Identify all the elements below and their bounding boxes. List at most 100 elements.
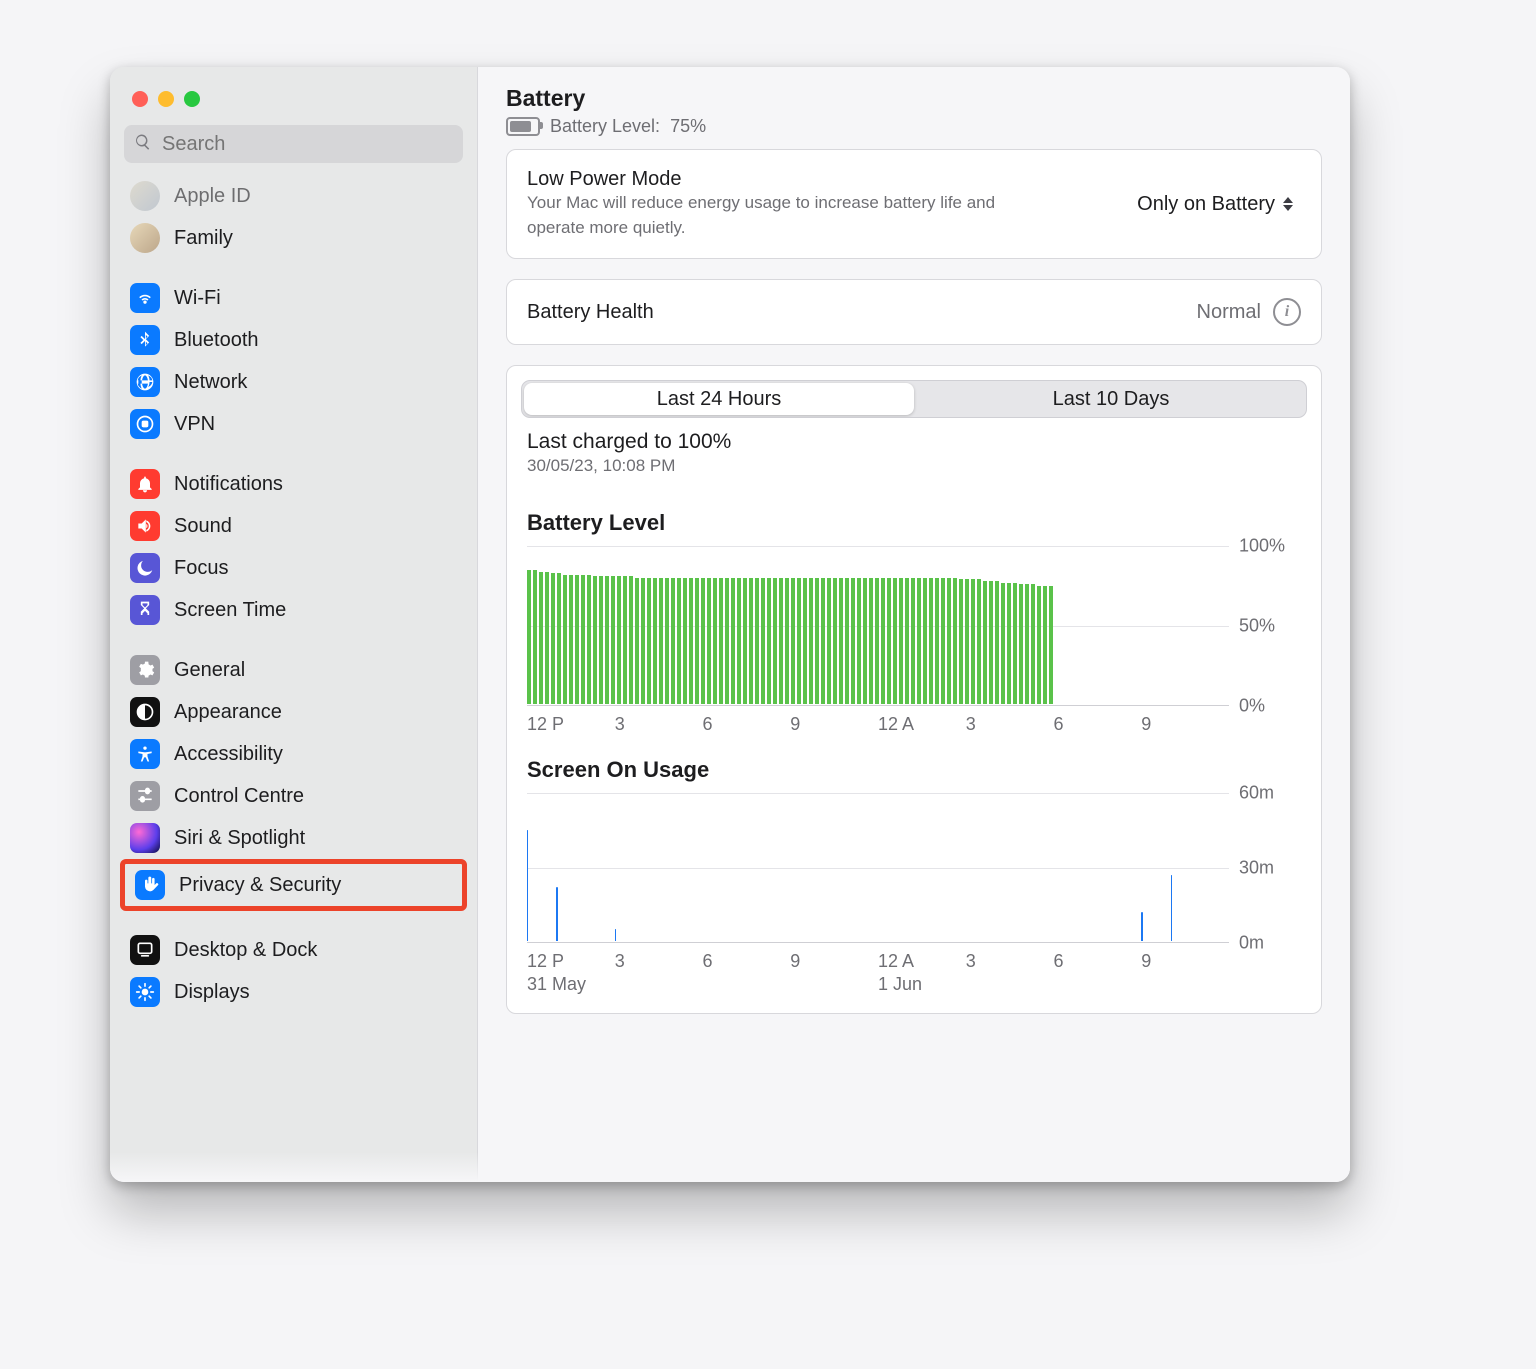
low-power-mode-select[interactable]: Only on Battery bbox=[1137, 193, 1301, 216]
bar bbox=[719, 578, 723, 704]
bar bbox=[689, 578, 693, 704]
sidebar-item-label: Control Centre bbox=[174, 785, 304, 808]
sidebar-item-label: Bluetooth bbox=[174, 329, 259, 352]
chart-plot bbox=[527, 793, 1229, 943]
bar bbox=[1013, 583, 1017, 705]
battery-status-label: Battery Level: bbox=[550, 116, 660, 137]
bar bbox=[605, 576, 609, 704]
sidebar-item-control-centre[interactable]: Control Centre bbox=[120, 775, 467, 817]
settings-window: Apple ID Family Wi-Fi bbox=[110, 67, 1350, 1182]
x-tick: 12 P bbox=[527, 951, 615, 972]
bar bbox=[599, 576, 603, 704]
sidebar-item-sound[interactable]: Sound bbox=[120, 505, 467, 547]
sidebar-item-network[interactable]: Network bbox=[120, 361, 467, 403]
last-charged-time: 30/05/23, 10:08 PM bbox=[507, 456, 1321, 492]
search-field[interactable] bbox=[124, 125, 463, 163]
x-axis: 12 P36912 A369 bbox=[527, 714, 1229, 735]
bar bbox=[1025, 584, 1029, 704]
bar bbox=[611, 576, 615, 704]
bar bbox=[785, 578, 789, 704]
bar bbox=[779, 578, 783, 704]
sidebar-item-privacy-security[interactable]: Privacy & Security bbox=[125, 864, 462, 906]
sidebar-item-apple-id[interactable]: Apple ID bbox=[120, 175, 467, 217]
x-tick: 3 bbox=[615, 951, 703, 972]
y-axis: 100% 50% 0% bbox=[1229, 546, 1301, 706]
x-tick: 9 bbox=[1141, 951, 1229, 972]
sidebar-item-label: Notifications bbox=[174, 473, 283, 496]
search-input[interactable] bbox=[160, 132, 453, 157]
x-tick: 3 bbox=[615, 714, 703, 735]
bar bbox=[1141, 912, 1142, 942]
sidebar-item-screen-time[interactable]: Screen Time bbox=[120, 589, 467, 631]
sidebar-item-wifi[interactable]: Wi-Fi bbox=[120, 277, 467, 319]
search-icon bbox=[134, 133, 160, 156]
battery-status: Battery Level: 75% bbox=[506, 116, 1322, 137]
bar bbox=[1171, 875, 1172, 942]
y-tick: 50% bbox=[1239, 616, 1275, 637]
bar bbox=[677, 578, 681, 704]
window-controls bbox=[110, 77, 477, 125]
x-tick: 6 bbox=[703, 951, 791, 972]
last-charged-line: Last charged to 100% bbox=[507, 426, 1321, 456]
bar bbox=[773, 578, 777, 704]
sidebar-item-displays[interactable]: Displays bbox=[120, 971, 467, 1013]
sliders-icon bbox=[130, 781, 160, 811]
sidebar-item-desktop-dock[interactable]: Desktop & Dock bbox=[120, 929, 467, 971]
bar bbox=[695, 578, 699, 704]
y-tick: 0m bbox=[1239, 933, 1264, 954]
bar bbox=[539, 572, 543, 705]
x-tick: 3 bbox=[966, 714, 1054, 735]
info-icon[interactable]: i bbox=[1273, 298, 1301, 326]
bar bbox=[713, 578, 717, 704]
bar bbox=[533, 570, 537, 704]
sidebar-item-bluetooth[interactable]: Bluetooth bbox=[120, 319, 467, 361]
sidebar-item-focus[interactable]: Focus bbox=[120, 547, 467, 589]
close-window-button[interactable] bbox=[132, 91, 148, 107]
bar bbox=[563, 575, 567, 705]
speaker-icon bbox=[130, 511, 160, 541]
sidebar-item-vpn[interactable]: VPN bbox=[120, 403, 467, 445]
content-scroll[interactable]: Low Power Mode Your Mac will reduce ener… bbox=[478, 149, 1350, 1182]
bar bbox=[941, 578, 945, 704]
battery-health-card: Battery Health Normal i bbox=[506, 279, 1322, 345]
sidebar-item-notifications[interactable]: Notifications bbox=[120, 463, 467, 505]
bar bbox=[575, 575, 579, 705]
screen-on-bars bbox=[527, 793, 1229, 941]
sidebar-item-label: Apple ID bbox=[174, 185, 251, 208]
bar bbox=[959, 579, 963, 704]
low-power-mode-desc: Your Mac will reduce energy usage to inc… bbox=[527, 191, 1047, 240]
y-tick: 60m bbox=[1239, 783, 1274, 804]
bar bbox=[815, 578, 819, 704]
zoom-window-button[interactable] bbox=[184, 91, 200, 107]
y-tick: 100% bbox=[1239, 536, 1285, 557]
bar bbox=[1043, 586, 1047, 705]
bar bbox=[593, 576, 597, 704]
bar bbox=[821, 578, 825, 704]
x-tick: 12 A bbox=[878, 714, 966, 735]
tab-last-24-hours[interactable]: Last 24 Hours bbox=[524, 383, 914, 415]
battery-level-chart: Battery Level 100% 50% 0% 12 bbox=[507, 492, 1321, 739]
hourglass-icon bbox=[130, 595, 160, 625]
bar bbox=[929, 578, 933, 704]
chevron-up-down-icon bbox=[1283, 193, 1301, 215]
minimize-window-button[interactable] bbox=[158, 91, 174, 107]
bar bbox=[551, 573, 555, 704]
sidebar-item-general[interactable]: General bbox=[120, 649, 467, 691]
moon-icon bbox=[130, 553, 160, 583]
sidebar-item-label: Wi-Fi bbox=[174, 287, 221, 310]
bar bbox=[809, 578, 813, 704]
sidebar-item-label: VPN bbox=[174, 413, 215, 436]
sidebar-item-appearance[interactable]: Appearance bbox=[120, 691, 467, 733]
sidebar-item-accessibility[interactable]: Accessibility bbox=[120, 733, 467, 775]
y-tick: 0% bbox=[1239, 696, 1265, 717]
x-tick: 12 P bbox=[527, 714, 615, 735]
page-header: Battery Battery Level: 75% bbox=[478, 67, 1350, 149]
avatar-icon bbox=[130, 223, 160, 253]
tab-last-10-days[interactable]: Last 10 Days bbox=[916, 381, 1306, 417]
sidebar-item-siri-spotlight[interactable]: Siri & Spotlight bbox=[120, 817, 467, 859]
sidebar-item-family[interactable]: Family bbox=[120, 217, 467, 259]
bar bbox=[629, 576, 633, 704]
x-tick: 9 bbox=[1141, 714, 1229, 735]
bar bbox=[761, 578, 765, 704]
sidebar-group-system: General Appearance Accessibility bbox=[120, 649, 467, 911]
